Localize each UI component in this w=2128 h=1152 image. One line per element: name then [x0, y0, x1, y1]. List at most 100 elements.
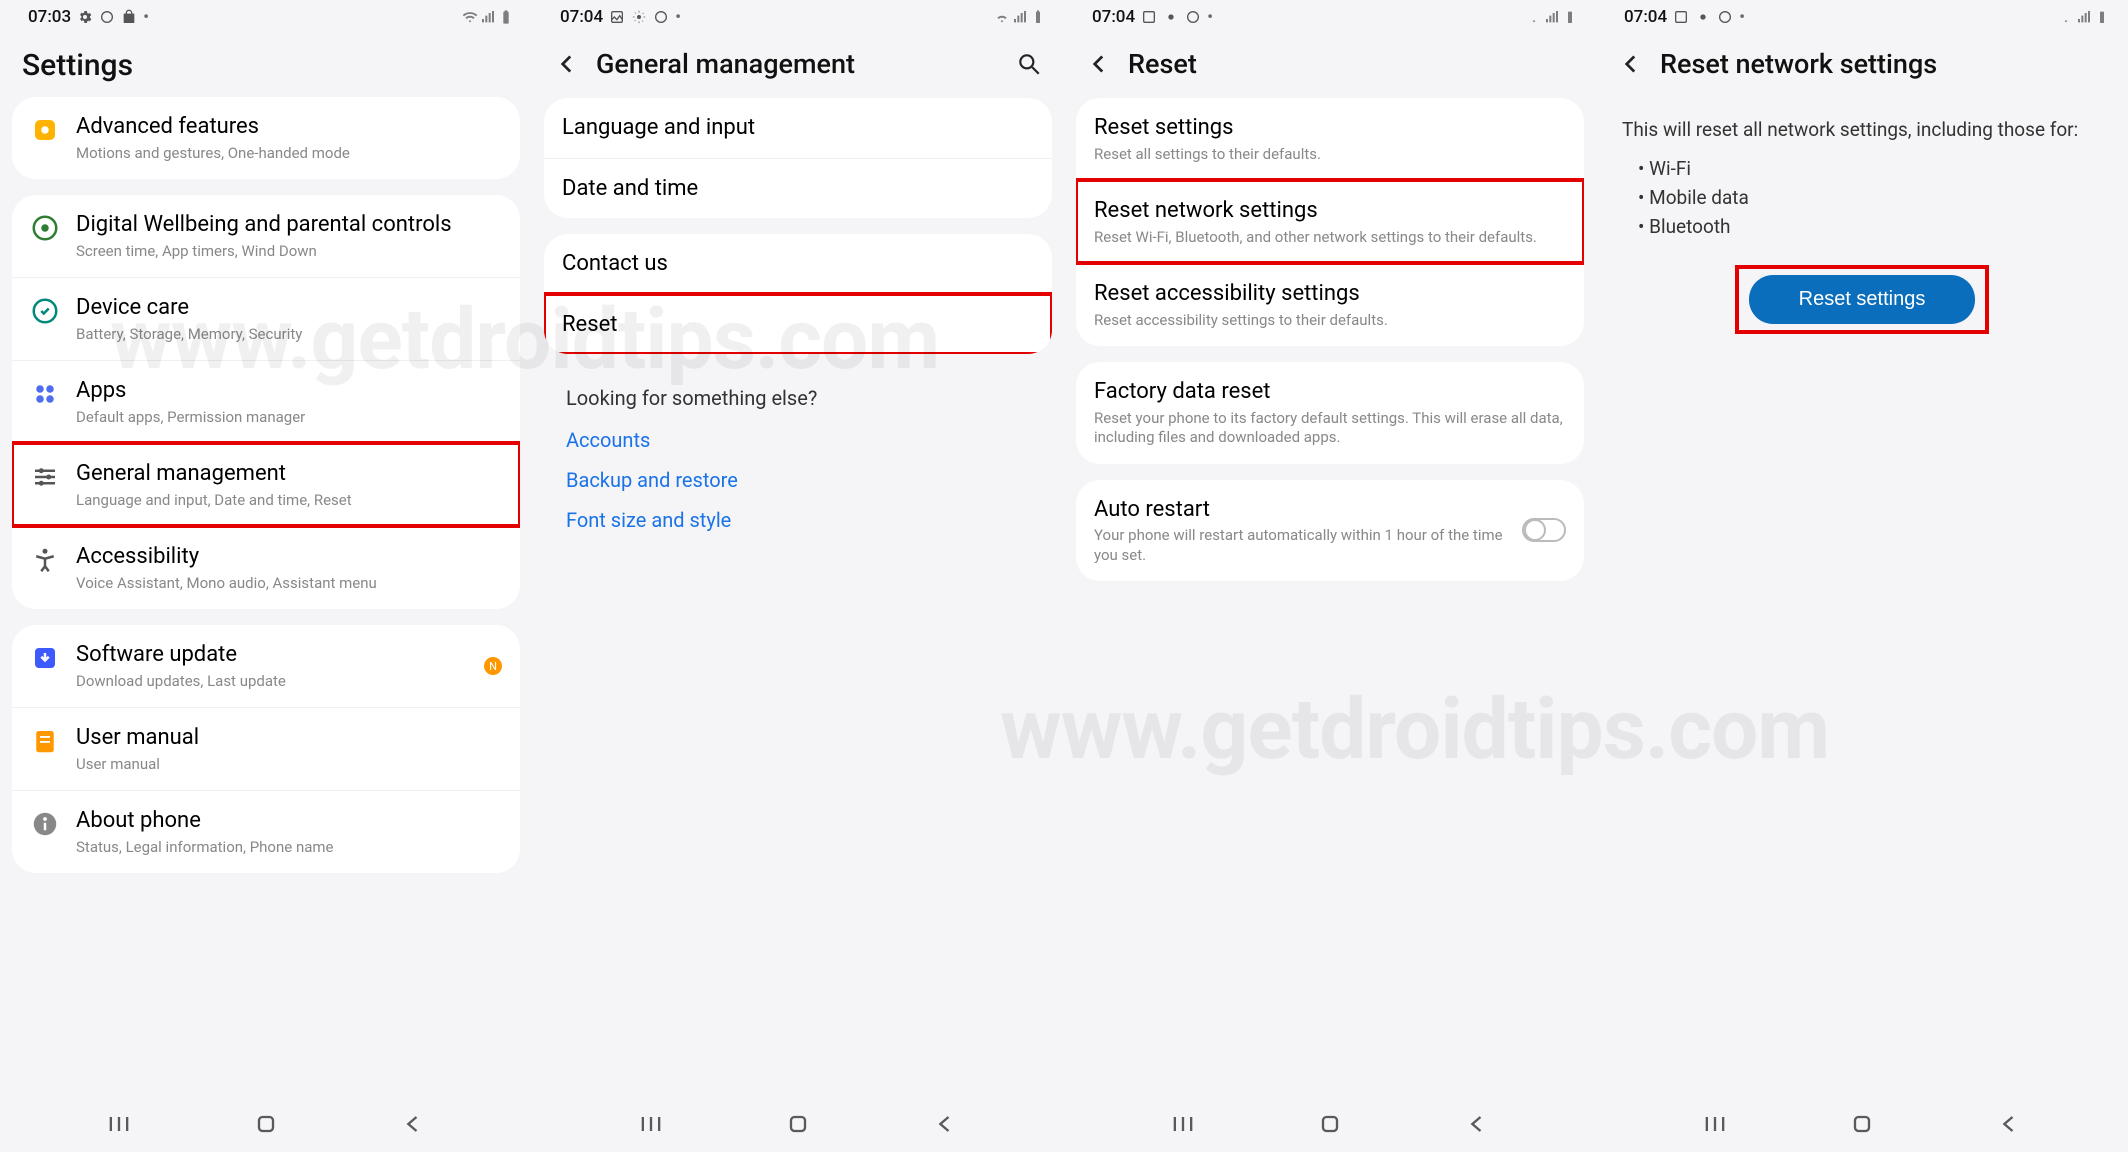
row-sub: User manual — [76, 755, 502, 775]
wellbeing-status-icon — [99, 9, 115, 25]
signal-icon — [2076, 9, 2092, 25]
wellbeing-row[interactable]: Digital Wellbeing and parental controlsS… — [12, 195, 520, 277]
back-button[interactable] — [1995, 1110, 2023, 1138]
advanced-features-row[interactable]: Advanced featuresMotions and gestures, O… — [12, 97, 520, 179]
row-label: Reset accessibility settings — [1094, 280, 1566, 308]
software-update-row[interactable]: Software updateDownload updates, Last up… — [12, 625, 520, 707]
back-icon[interactable] — [554, 51, 580, 77]
home-button[interactable] — [1316, 1110, 1344, 1138]
more-dot: • — [1207, 7, 1213, 27]
row-sub: Your phone will restart automatically wi… — [1094, 526, 1506, 565]
link-font-size[interactable]: Font size and style — [566, 500, 1030, 540]
general-management-icon — [30, 462, 60, 492]
general-management-row[interactable]: General managementLanguage and input, Da… — [12, 443, 520, 526]
wellbeing-status-icon — [1717, 9, 1733, 25]
reset-settings-row[interactable]: Reset settings Reset all settings to thei… — [1076, 98, 1584, 180]
home-button[interactable] — [1848, 1110, 1876, 1138]
signal-icon — [1544, 9, 1560, 25]
reset-row[interactable]: Reset — [544, 294, 1052, 355]
home-button[interactable] — [784, 1110, 812, 1138]
wellbeing-status-icon — [1185, 9, 1201, 25]
back-button[interactable] — [399, 1110, 427, 1138]
wellbeing-icon — [30, 213, 60, 243]
recents-button[interactable] — [105, 1110, 133, 1138]
status-time: 07:04 — [1624, 7, 1667, 27]
row-label: Contact us — [562, 250, 1034, 278]
reset-accessibility-row[interactable]: Reset accessibility settingsReset access… — [1076, 263, 1584, 346]
battery-icon — [498, 9, 514, 25]
android-navbar — [0, 1096, 532, 1152]
recents-button[interactable] — [1169, 1110, 1197, 1138]
status-bar: 07:04 • — [532, 0, 1064, 34]
row-label: Date and time — [562, 175, 1034, 203]
user-manual-row[interactable]: User manual User manual — [12, 707, 520, 790]
battery-icon — [2094, 9, 2110, 25]
wifi-icon — [994, 9, 1010, 25]
page-title: Reset network settings — [1660, 48, 2106, 80]
accessibility-row[interactable]: AccessibilityVoice Assistant, Mono audio… — [12, 526, 520, 609]
more-dot: • — [675, 7, 681, 27]
row-label: User manual — [76, 724, 502, 752]
back-button[interactable] — [1463, 1110, 1491, 1138]
more-dot: • — [143, 7, 149, 27]
recents-button[interactable] — [1701, 1110, 1729, 1138]
search-icon[interactable] — [1016, 51, 1042, 77]
back-icon[interactable] — [1086, 51, 1112, 77]
page-title: General management — [596, 48, 1000, 80]
image-icon — [1673, 9, 1689, 25]
reset-settings-button[interactable]: Reset settings — [1749, 275, 1976, 324]
auto-restart-toggle[interactable] — [1522, 518, 1566, 542]
row-sub: Reset all settings to their defaults. — [1094, 145, 1566, 165]
battery-icon — [1562, 9, 1578, 25]
row-label: Software update — [76, 641, 468, 669]
update-badge: N — [484, 657, 502, 675]
apps-icon — [30, 379, 60, 409]
about-icon — [30, 809, 60, 839]
row-label: Apps — [76, 377, 502, 405]
bag-icon — [121, 9, 137, 25]
row-label: Reset settings — [1094, 114, 1566, 142]
reset-network-row[interactable]: Reset network settingsReset Wi-Fi, Bluet… — [1076, 180, 1584, 263]
advanced-icon — [30, 115, 60, 145]
home-button[interactable] — [252, 1110, 280, 1138]
accessibility-icon — [30, 545, 60, 575]
android-navbar — [1596, 1096, 2128, 1152]
back-button[interactable] — [931, 1110, 959, 1138]
wellbeing-status-icon — [653, 9, 669, 25]
settings-group: Advanced featuresMotions and gestures, O… — [12, 97, 520, 179]
row-sub: Status, Legal information, Phone name — [76, 838, 502, 858]
bullet-wifi: Wi-Fi — [1638, 154, 2086, 183]
apps-row[interactable]: AppsDefault apps, Permission manager — [12, 360, 520, 443]
status-time: 07:03 — [28, 7, 71, 27]
gm-group: Language and input Date and time — [544, 98, 1052, 218]
gear-icon — [631, 9, 647, 25]
row-label: Factory data reset — [1094, 378, 1566, 406]
page-title: Reset — [1128, 48, 1574, 80]
suggestion-links: Accounts Backup and restore Font size an… — [544, 420, 1052, 562]
page-header: Reset — [1064, 34, 1596, 98]
signal-icon — [480, 9, 496, 25]
factory-reset-row[interactable]: Factory data resetReset your phone to it… — [1076, 362, 1584, 464]
date-time-row[interactable]: Date and time — [544, 158, 1052, 219]
settings-group: Software updateDownload updates, Last up… — [12, 625, 520, 873]
back-icon[interactable] — [1618, 51, 1644, 77]
gear-icon — [1163, 9, 1179, 25]
auto-restart-row[interactable]: Auto restartYour phone will restart auto… — [1076, 480, 1584, 582]
screen-reset-network: 07:04 • Reset network settings This will… — [1596, 0, 2128, 1152]
link-accounts[interactable]: Accounts — [566, 420, 1030, 460]
row-label: Reset — [562, 311, 1034, 339]
status-time: 07:04 — [1092, 7, 1135, 27]
status-time: 07:04 — [560, 7, 603, 27]
page-title: Settings — [22, 48, 482, 83]
screen-general-management: 07:04 • General management Language and … — [532, 0, 1064, 1152]
link-backup-restore[interactable]: Backup and restore — [566, 460, 1030, 500]
recents-button[interactable] — [637, 1110, 665, 1138]
about-phone-row[interactable]: About phoneStatus, Legal information, Ph… — [12, 790, 520, 873]
language-input-row[interactable]: Language and input — [544, 98, 1052, 158]
battery-icon — [1030, 9, 1046, 25]
device-care-row[interactable]: Device careBattery, Storage, Memory, Sec… — [12, 277, 520, 360]
contact-us-row[interactable]: Contact us — [544, 234, 1052, 294]
row-sub: Voice Assistant, Mono audio, Assistant m… — [76, 574, 502, 594]
status-bar: 07:04 • — [1064, 0, 1596, 34]
wifi-icon — [1526, 9, 1542, 25]
